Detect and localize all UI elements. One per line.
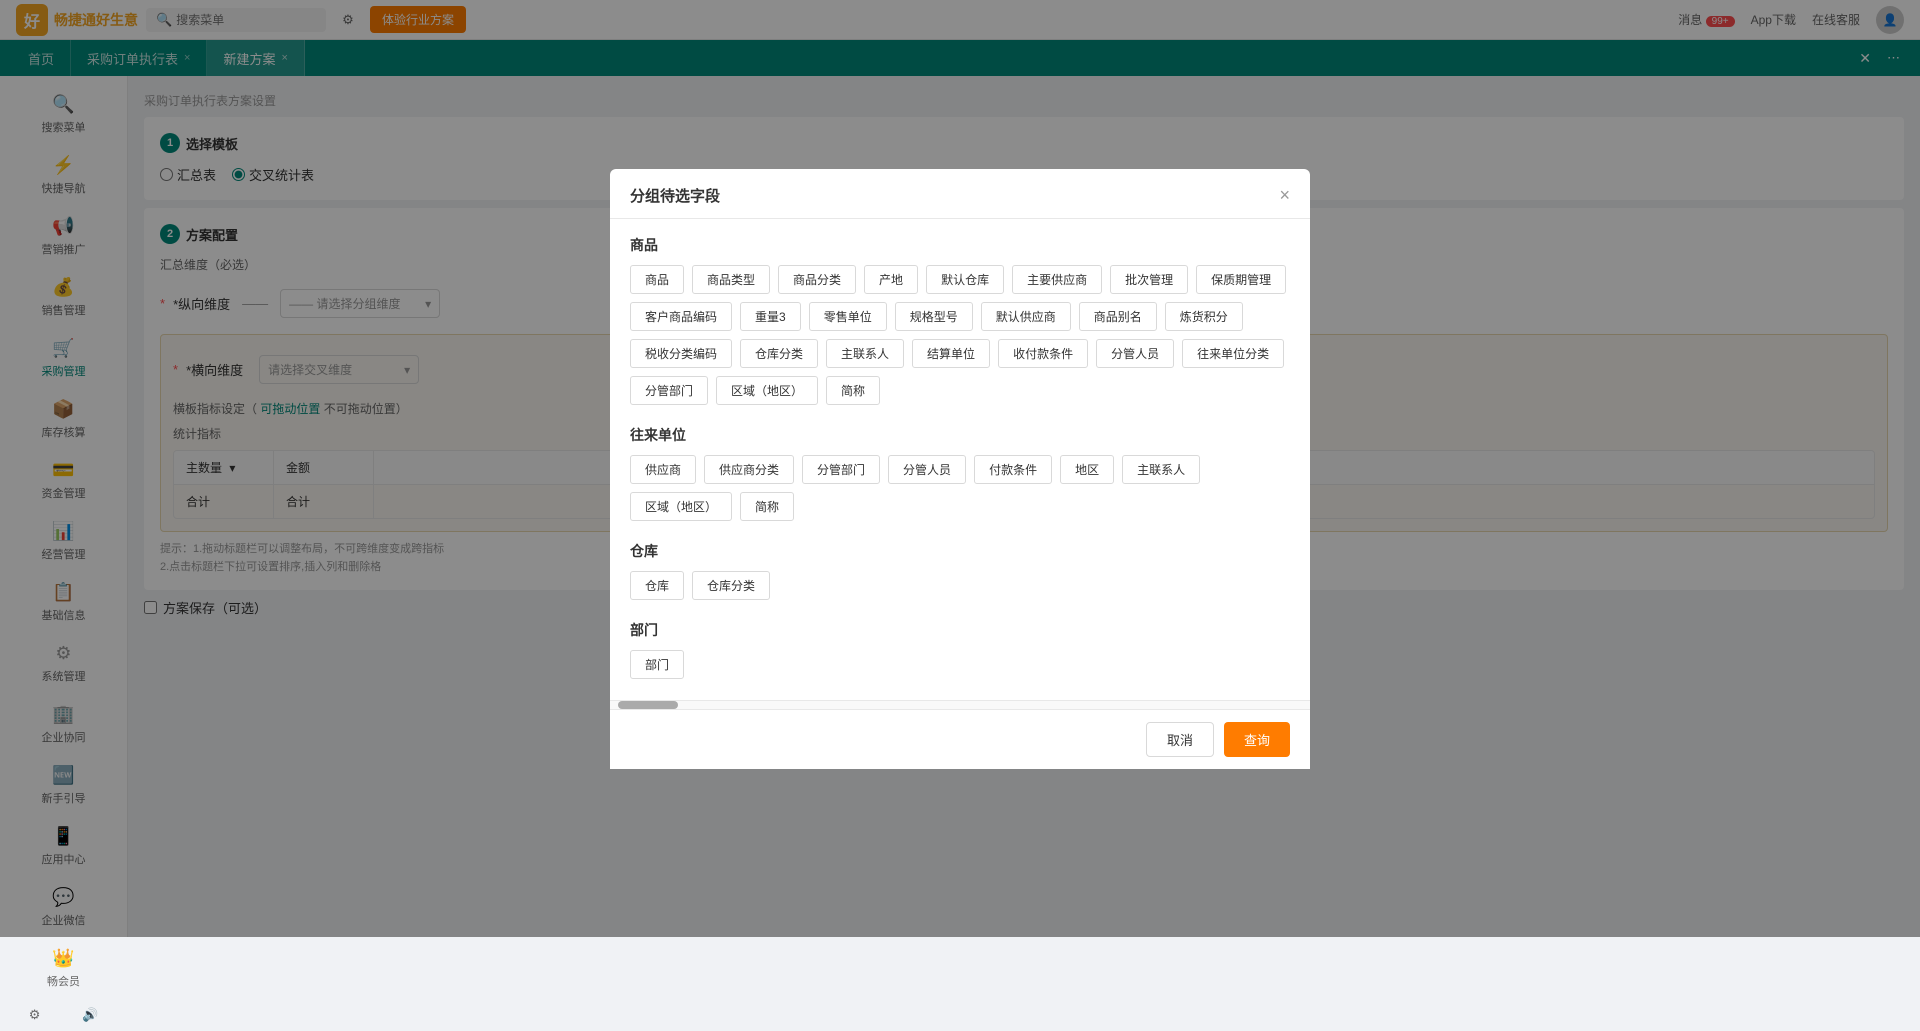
field-tag-batch-management[interactable]: 批次管理 — [1110, 265, 1188, 294]
field-tag-expiry-management[interactable]: 保质期管理 — [1196, 265, 1286, 294]
member-icon: 👑 — [52, 948, 74, 969]
field-tag-weight3[interactable]: 重量3 — [740, 302, 801, 331]
cancel-button[interactable]: 取消 — [1146, 722, 1214, 757]
field-tag-warehouse-category[interactable]: 仓库分类 — [740, 339, 818, 368]
modal-horizontal-scroll[interactable] — [610, 700, 1310, 709]
field-group-warehouse: 仓库 仓库 仓库分类 — [630, 541, 1290, 600]
modal-title: 分组待选字段 — [630, 185, 720, 206]
field-tag-department[interactable]: 部门 — [630, 650, 684, 679]
field-tag-partner-supervisor[interactable]: 分管人员 — [888, 455, 966, 484]
field-tag-dept[interactable]: 分管部门 — [630, 376, 708, 405]
field-tag-supervisor[interactable]: 分管人员 — [1096, 339, 1174, 368]
field-group-product: 商品 商品 商品类型 商品分类 产地 默认仓库 主要供应商 批次管理 保质期管理… — [630, 235, 1290, 405]
hscroll-thumb — [618, 701, 678, 709]
field-group-department: 部门 部门 — [630, 620, 1290, 679]
field-tag-product-category[interactable]: 商品分类 — [778, 265, 856, 294]
modal-header: 分组待选字段 × — [610, 169, 1310, 219]
field-tag-default-warehouse[interactable]: 默认仓库 — [926, 265, 1004, 294]
field-tags-department: 部门 — [630, 650, 1290, 679]
field-tags-product: 商品 商品类型 商品分类 产地 默认仓库 主要供应商 批次管理 保质期管理 客户… — [630, 265, 1290, 405]
field-tag-partner-category[interactable]: 往来单位分类 — [1182, 339, 1284, 368]
field-tag-origin[interactable]: 产地 — [864, 265, 918, 294]
field-tag-region[interactable]: 区域（地区） — [716, 376, 818, 405]
field-tag-partner-short[interactable]: 简称 — [740, 492, 794, 521]
field-tags-partner: 供应商 供应商分类 分管部门 分管人员 付款条件 地区 主联系人 区域（地区） … — [630, 455, 1290, 521]
field-tag-main-supplier[interactable]: 主要供应商 — [1012, 265, 1102, 294]
field-tag-customer-product-code[interactable]: 客户商品编码 — [630, 302, 732, 331]
field-tag-supplier-category[interactable]: 供应商分类 — [704, 455, 794, 484]
sidebar-member-label: 畅会员 — [47, 973, 80, 989]
field-tag-supplier[interactable]: 供应商 — [630, 455, 696, 484]
field-tag-warehouse[interactable]: 仓库 — [630, 571, 684, 600]
field-tag-short-name[interactable]: 简称 — [826, 376, 880, 405]
confirm-button[interactable]: 查询 — [1224, 722, 1290, 757]
sidebar-item-member[interactable]: 👑 畅会员 — [0, 938, 127, 999]
gear-bottom-icon[interactable]: ⚙ — [29, 1007, 41, 1023]
field-tag-partner-dept[interactable]: 分管部门 — [802, 455, 880, 484]
field-selection-modal: 分组待选字段 × 商品 商品 商品类型 商品分类 产地 默认仓库 主要供应商 批… — [610, 169, 1310, 769]
field-tag-tax-code[interactable]: 税收分类编码 — [630, 339, 732, 368]
field-group-department-title: 部门 — [630, 620, 1290, 640]
field-tag-refine-points[interactable]: 炼货积分 — [1165, 302, 1243, 331]
field-tag-area[interactable]: 地区 — [1060, 455, 1114, 484]
field-tag-partner-contact[interactable]: 主联系人 — [1122, 455, 1200, 484]
field-tag-retail-unit[interactable]: 零售单位 — [809, 302, 887, 331]
field-tag-settlement-unit[interactable]: 结算单位 — [912, 339, 990, 368]
modal-footer: 取消 查询 — [610, 709, 1310, 769]
field-tag-product[interactable]: 商品 — [630, 265, 684, 294]
modal-overlay: 分组待选字段 × 商品 商品 商品类型 商品分类 产地 默认仓库 主要供应商 批… — [0, 0, 1920, 937]
field-tag-warehouse-type[interactable]: 仓库分类 — [692, 571, 770, 600]
field-tag-partner-region[interactable]: 区域（地区） — [630, 492, 732, 521]
field-group-partner: 往来单位 供应商 供应商分类 分管部门 分管人员 付款条件 地区 主联系人 区域… — [630, 425, 1290, 521]
speaker-icon[interactable]: 🔊 — [82, 1007, 98, 1023]
field-group-product-title: 商品 — [630, 235, 1290, 255]
field-tags-warehouse: 仓库 仓库分类 — [630, 571, 1290, 600]
field-tag-payment-condition[interactable]: 付款条件 — [974, 455, 1052, 484]
field-tag-spec-model[interactable]: 规格型号 — [895, 302, 973, 331]
field-tag-product-alias[interactable]: 商品别名 — [1079, 302, 1157, 331]
field-group-partner-title: 往来单位 — [630, 425, 1290, 445]
field-tag-main-contact[interactable]: 主联系人 — [826, 339, 904, 368]
modal-close-button[interactable]: × — [1279, 185, 1290, 206]
field-tag-default-supplier[interactable]: 默认供应商 — [981, 302, 1071, 331]
field-group-warehouse-title: 仓库 — [630, 541, 1290, 561]
field-tag-payment-terms[interactable]: 收付款条件 — [998, 339, 1088, 368]
field-tag-product-type[interactable]: 商品类型 — [692, 265, 770, 294]
modal-body: 商品 商品 商品类型 商品分类 产地 默认仓库 主要供应商 批次管理 保质期管理… — [610, 219, 1310, 700]
sidebar-bottom: ⚙ 🔊 — [0, 999, 127, 1031]
